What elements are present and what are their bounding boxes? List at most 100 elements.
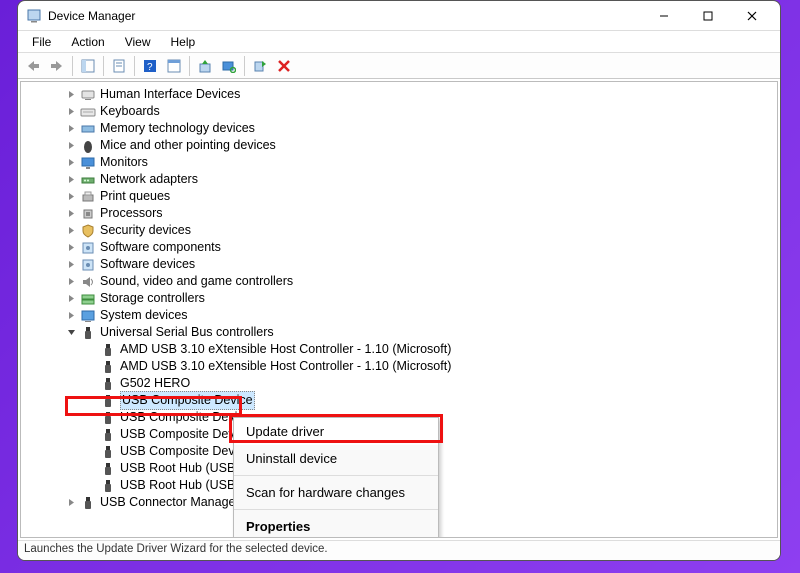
chevron-right-icon[interactable] — [65, 309, 78, 322]
tree-node[interactable]: Software components — [21, 239, 777, 256]
tree-node-label: USB Composite Devic — [120, 426, 244, 443]
tree-node[interactable]: AMD USB 3.10 eXtensible Host Controller … — [21, 358, 777, 375]
usb-icon — [100, 376, 116, 392]
app-icon — [26, 8, 42, 24]
tree-node-label: Software devices — [100, 256, 195, 273]
update-driver-button[interactable] — [194, 55, 216, 77]
tree-node-label: Keyboards — [100, 103, 160, 120]
tree-node[interactable]: Security devices — [21, 222, 777, 239]
menu-view[interactable]: View — [117, 33, 159, 51]
toolbar: ? — [18, 53, 780, 79]
tree-node[interactable]: Mice and other pointing devices — [21, 137, 777, 154]
tree-node[interactable]: USB Composite Device — [21, 392, 777, 409]
chevron-down-icon[interactable] — [65, 326, 78, 339]
tree-node[interactable]: Universal Serial Bus controllers — [21, 324, 777, 341]
chevron-right-icon[interactable] — [65, 292, 78, 305]
printer-icon — [80, 189, 96, 205]
chevron-right-icon[interactable] — [65, 258, 78, 271]
tree-node-label: Print queues — [100, 188, 170, 205]
tree-node[interactable]: Memory technology devices — [21, 120, 777, 137]
expander-none — [85, 411, 98, 424]
menubar: File Action View Help — [18, 31, 780, 53]
scan-hardware-button[interactable] — [218, 55, 240, 77]
minimize-button[interactable] — [642, 1, 686, 31]
software-icon — [80, 240, 96, 256]
chevron-right-icon[interactable] — [65, 275, 78, 288]
chevron-right-icon[interactable] — [65, 88, 78, 101]
menu-file[interactable]: File — [24, 33, 59, 51]
tree-node[interactable]: Software devices — [21, 256, 777, 273]
monitor-icon — [80, 155, 96, 171]
window-controls — [642, 1, 774, 31]
tree-node-label: Network adapters — [100, 171, 198, 188]
show-hide-tree-button[interactable] — [77, 55, 99, 77]
chevron-right-icon[interactable] — [65, 105, 78, 118]
forward-button[interactable] — [46, 55, 68, 77]
tree-node[interactable]: Processors — [21, 205, 777, 222]
usb-icon — [100, 342, 116, 358]
chevron-right-icon[interactable] — [65, 122, 78, 135]
chevron-right-icon[interactable] — [65, 190, 78, 203]
tree-node[interactable]: System devices — [21, 307, 777, 324]
chevron-right-icon[interactable] — [65, 224, 78, 237]
network-icon — [80, 172, 96, 188]
tree-node-label: USB Root Hub (USB 3 — [120, 477, 246, 494]
expander-none — [85, 479, 98, 492]
expander-none — [85, 360, 98, 373]
usb-icon — [80, 325, 96, 341]
chevron-right-icon[interactable] — [65, 241, 78, 254]
tree-node[interactable]: Keyboards — [21, 103, 777, 120]
storage-icon — [80, 291, 96, 307]
tree-node[interactable]: Human Interface Devices — [21, 86, 777, 103]
usb-icon — [100, 444, 116, 460]
tree-node-label: Memory technology devices — [100, 120, 255, 137]
expander-none — [85, 428, 98, 441]
tree-node-label: Software components — [100, 239, 221, 256]
usb-icon — [100, 427, 116, 443]
context-properties[interactable]: Properties — [234, 513, 438, 538]
window-title: Device Manager — [48, 9, 642, 23]
menu-help[interactable]: Help — [163, 33, 204, 51]
expander-none — [85, 377, 98, 390]
mouse-icon — [80, 138, 96, 154]
sound-icon — [80, 274, 96, 290]
action-button[interactable] — [163, 55, 185, 77]
context-scan-hardware[interactable]: Scan for hardware changes — [234, 479, 438, 506]
tree-node[interactable]: Storage controllers — [21, 290, 777, 307]
context-uninstall-device[interactable]: Uninstall device — [234, 445, 438, 472]
tree-node-label: Mice and other pointing devices — [100, 137, 276, 154]
tree-node[interactable]: Monitors — [21, 154, 777, 171]
tree-node[interactable]: Network adapters — [21, 171, 777, 188]
context-sep — [234, 475, 438, 476]
chevron-right-icon[interactable] — [65, 496, 78, 509]
chevron-right-icon[interactable] — [65, 139, 78, 152]
titlebar: Device Manager — [18, 1, 780, 31]
properties-button[interactable] — [108, 55, 130, 77]
close-button[interactable] — [730, 1, 774, 31]
expander-none — [85, 394, 98, 407]
tree-node[interactable]: AMD USB 3.10 eXtensible Host Controller … — [21, 341, 777, 358]
maximize-button[interactable] — [686, 1, 730, 31]
menu-action[interactable]: Action — [63, 33, 112, 51]
tree-node-label: Human Interface Devices — [100, 86, 240, 103]
tree-node-label: AMD USB 3.10 eXtensible Host Controller … — [120, 358, 451, 375]
usb-icon — [100, 478, 116, 494]
uninstall-device-button[interactable] — [273, 55, 295, 77]
context-update-driver[interactable]: Update driver — [234, 418, 438, 445]
chevron-right-icon[interactable] — [65, 156, 78, 169]
tree-pane[interactable]: Human Interface DevicesKeyboardsMemory t… — [20, 81, 778, 538]
security-icon — [80, 223, 96, 239]
chevron-right-icon[interactable] — [65, 207, 78, 220]
back-button[interactable] — [22, 55, 44, 77]
tree-node[interactable]: Print queues — [21, 188, 777, 205]
device-manager-window: Device Manager File Action View Help ? H… — [17, 0, 781, 561]
tree-node[interactable]: Sound, video and game controllers — [21, 273, 777, 290]
usb-icon — [100, 393, 116, 409]
tree-node-label: USB Root Hub (USB 3 — [120, 460, 246, 477]
help-button[interactable]: ? — [139, 55, 161, 77]
expander-none — [85, 462, 98, 475]
tree-node[interactable]: G502 HERO — [21, 375, 777, 392]
chevron-right-icon[interactable] — [65, 173, 78, 186]
enable-device-button[interactable] — [249, 55, 271, 77]
cpu-icon — [80, 206, 96, 222]
